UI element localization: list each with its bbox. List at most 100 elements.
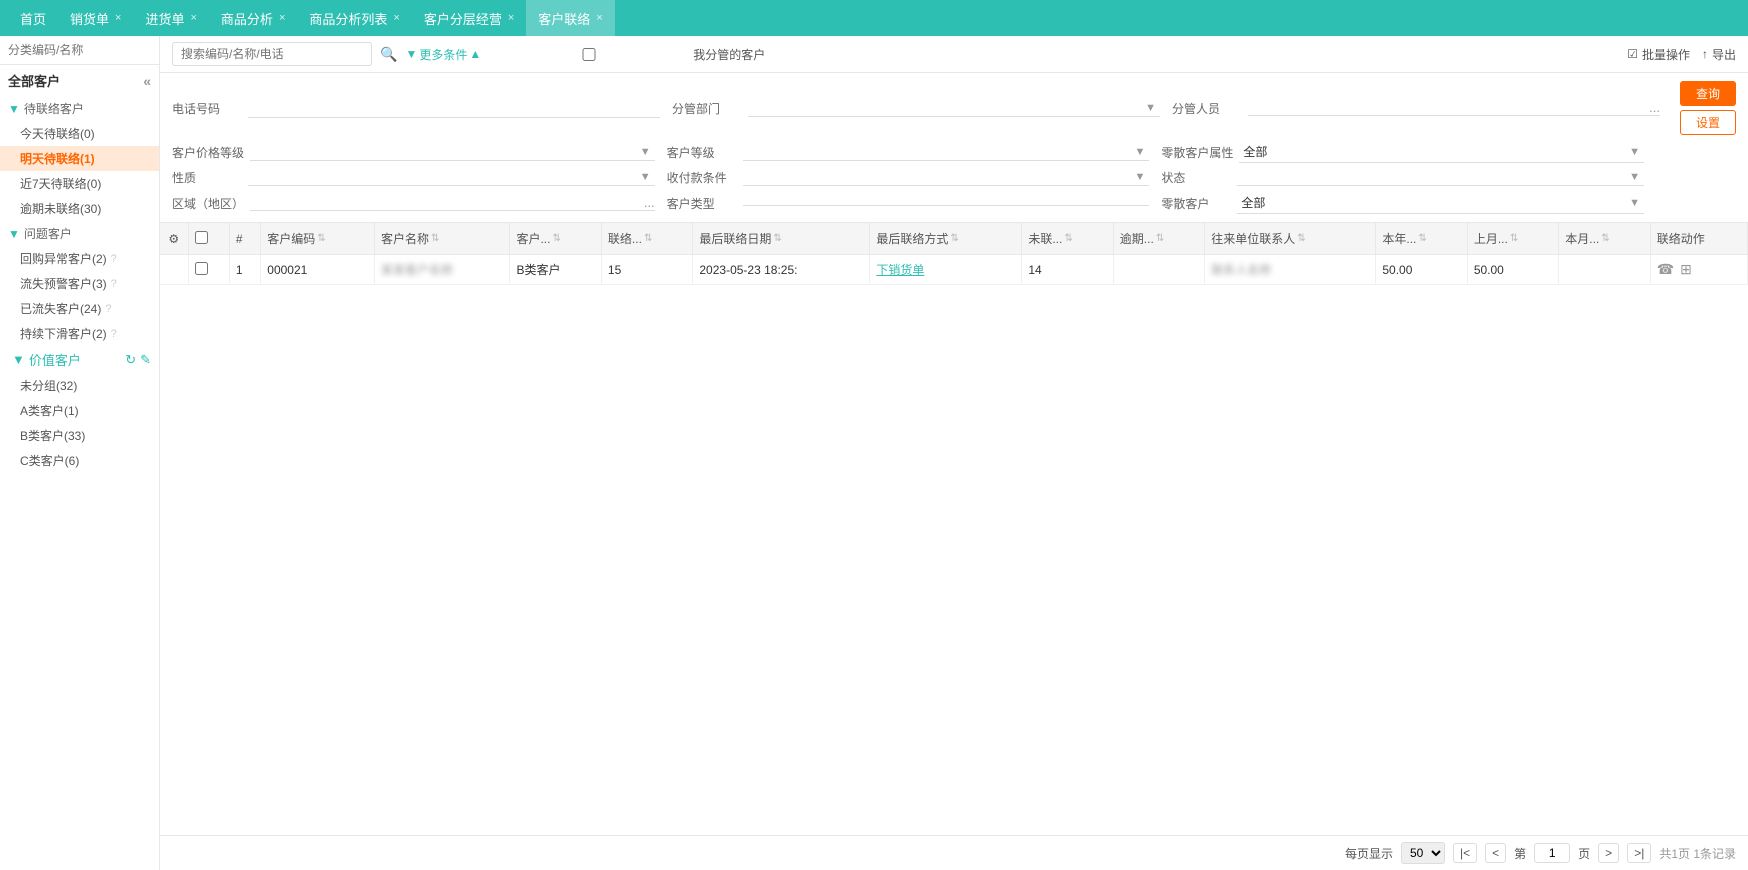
col-unit-contact[interactable]: 往来单位联系人 ⇅ — [1205, 223, 1376, 255]
batch-operation-button[interactable]: ☑ 批量操作 — [1627, 46, 1690, 63]
more-filters-button[interactable]: ▼ 更多条件 ▲ — [405, 46, 481, 63]
help-icon-churned[interactable]: ? — [105, 303, 111, 315]
retail-attr-select[interactable]: 全部 ▼ — [1239, 141, 1644, 163]
sidebar-pending-contact-group[interactable]: ▼ 待联络客户 — [0, 96, 159, 121]
nature-arrow-icon: ▼ — [640, 171, 651, 183]
col-checkbox[interactable] — [188, 223, 229, 255]
search-input[interactable] — [172, 42, 372, 66]
row-checkbox-cell[interactable] — [188, 255, 229, 285]
sidebar-item-class-b[interactable]: B类客户(33) — [0, 423, 159, 448]
close-sales-order-icon[interactable]: × — [115, 12, 121, 24]
select-all-checkbox[interactable] — [195, 231, 208, 244]
row-action-cell: ☎ ⊞ — [1650, 255, 1747, 285]
customer-level-select[interactable]: ▼ — [743, 144, 1150, 161]
sidebar-item-overdue-contact[interactable]: 逾期未联络(30) — [0, 196, 159, 221]
col-last-month[interactable]: 上月... ⇅ — [1467, 223, 1558, 255]
close-product-analysis-list-icon[interactable]: × — [393, 12, 399, 24]
sidebar-item-ungrouped[interactable]: 未分组(32) — [0, 373, 159, 398]
nav-customer-contact[interactable]: 客户联络 × — [526, 0, 614, 36]
prev-page-button[interactable]: < — [1485, 843, 1506, 863]
filter-row-4: 区域（地区） ... 客户类型 零散客户 全部 ▼ — [172, 192, 1736, 214]
code-sort-icon: ⇅ — [317, 233, 325, 244]
help-icon-repurchase[interactable]: ? — [111, 253, 117, 265]
nav-product-analysis[interactable]: 商品分析 × — [209, 0, 297, 36]
col-uncontacted[interactable]: 未联... ⇅ — [1022, 223, 1113, 255]
value-customers-arrow-icon: ▼ — [12, 352, 25, 367]
export-button[interactable]: ↑ 导出 — [1702, 46, 1736, 63]
col-type[interactable]: 客户... ⇅ — [510, 223, 601, 255]
price-level-select[interactable]: ▼ — [250, 144, 655, 161]
first-page-button[interactable]: |< — [1453, 843, 1477, 863]
nav-sales-order[interactable]: 销货单 × — [58, 0, 133, 36]
nature-select[interactable]: ▼ — [248, 169, 655, 186]
sidebar-item-today-contact[interactable]: 今天待联络(0) — [0, 121, 159, 146]
row-contact-count-cell: 15 — [601, 255, 692, 285]
col-this-year[interactable]: 本年... ⇅ — [1376, 223, 1467, 255]
customer-level-label: 客户等级 — [667, 144, 737, 161]
manager-more-icon[interactable]: ... — [1649, 100, 1660, 115]
sidebar-item-class-a[interactable]: A类客户(1) — [0, 398, 159, 423]
sidebar-item-tomorrow-contact[interactable]: 明天待联络(1) — [0, 146, 159, 171]
col-this-month[interactable]: 本月... ⇅ — [1559, 223, 1650, 255]
payment-select[interactable]: ▼ — [743, 169, 1150, 186]
page-input[interactable] — [1534, 843, 1570, 863]
filter-settings-button[interactable]: 设置 — [1680, 110, 1736, 135]
last-page-button[interactable]: >| — [1627, 843, 1651, 863]
col-action: 联络动作 — [1650, 223, 1747, 255]
sidebar-value-customers-group[interactable]: ▼ 价值客户 ↻ ✎ — [0, 346, 159, 373]
row-last-contact-method-cell[interactable]: 下销货单 — [870, 255, 1022, 285]
pending-contact-arrow-icon: ▼ — [8, 102, 20, 116]
close-purchase-order-icon[interactable]: × — [190, 12, 196, 24]
region-more-icon[interactable]: ... — [644, 195, 655, 210]
action-grid-icon[interactable]: ⊞ — [1680, 261, 1692, 278]
sidebar-item-churned[interactable]: 已流失客户(24) ? — [0, 296, 159, 321]
col-settings[interactable]: ⚙ — [160, 223, 188, 255]
row-checkbox[interactable] — [195, 262, 208, 275]
col-last-contact-date[interactable]: 最后联络日期 ⇅ — [693, 223, 870, 255]
close-product-analysis-icon[interactable]: × — [279, 12, 285, 24]
sidebar-item-repurchase-abnormal[interactable]: 回购异常客户(2) ? — [0, 246, 159, 271]
customer-type-select[interactable] — [743, 201, 1150, 206]
phone-label: 电话号码 — [172, 100, 242, 117]
col-name[interactable]: 客户名称 ⇅ — [375, 223, 510, 255]
nav-purchase-order[interactable]: 进货单 × — [133, 0, 208, 36]
close-customer-stratification-icon[interactable]: × — [508, 12, 514, 24]
my-customers-filter[interactable]: 我分管的客户 — [489, 46, 765, 63]
per-page-select[interactable]: 50 — [1401, 842, 1445, 864]
sidebar-problem-customers-group[interactable]: ▼ 问题客户 — [0, 221, 159, 246]
row-code-cell: 000021 — [261, 255, 375, 285]
my-customers-checkbox[interactable] — [489, 48, 689, 61]
help-icon-churn-warning[interactable]: ? — [111, 278, 117, 290]
next-page-button[interactable]: > — [1598, 843, 1619, 863]
col-code[interactable]: 客户编码 ⇅ — [261, 223, 375, 255]
action-phone-icon[interactable]: ☎ — [1657, 261, 1674, 278]
nav-home[interactable]: 首页 — [8, 0, 58, 36]
col-overdue[interactable]: 逾期... ⇅ — [1113, 223, 1204, 255]
search-button[interactable]: 🔍 — [380, 46, 397, 63]
status-select[interactable]: ▼ — [1237, 169, 1644, 186]
sidebar-item-churn-warning[interactable]: 流失预警客户(3) ? — [0, 271, 159, 296]
col-last-contact-method[interactable]: 最后联络方式 ⇅ — [870, 223, 1022, 255]
sidebar-item-class-c[interactable]: C类客户(6) — [0, 448, 159, 473]
nav-customer-stratification[interactable]: 客户分层经营 × — [412, 0, 526, 36]
phone-input[interactable] — [248, 99, 660, 118]
last-contact-method-link[interactable]: 下销货单 — [876, 263, 924, 277]
value-customers-edit-icon[interactable]: ✎ — [140, 352, 151, 368]
nav-product-analysis-list[interactable]: 商品分析列表 × — [297, 0, 411, 36]
sidebar-search-input[interactable] — [8, 43, 160, 57]
retail-customer-select[interactable]: 全部 ▼ — [1237, 192, 1644, 214]
customer-table: ⚙ # 客户编码 ⇅ 客户名称 ⇅ — [160, 223, 1748, 285]
close-customer-contact-icon[interactable]: × — [596, 12, 602, 24]
sidebar-collapse-icon[interactable]: « — [143, 73, 151, 89]
col-contact-count[interactable]: 联络... ⇅ — [601, 223, 692, 255]
sidebar-item-declining[interactable]: 持续下滑客户(2) ? — [0, 321, 159, 346]
help-icon-declining[interactable]: ? — [111, 328, 117, 340]
dept-select[interactable]: ▼ — [748, 100, 1160, 117]
table-row: 1 000021 某某客户名称 B类客户 15 2023-05-23 18:25… — [160, 255, 1748, 285]
filter-customer-type: 客户类型 — [667, 195, 1150, 212]
query-button[interactable]: 查询 — [1680, 81, 1736, 106]
filter-retail-attr: 零散客户属性 全部 ▼ — [1161, 141, 1644, 163]
table-footer: 每页显示 50 |< < 第 页 > >| 共1页 1条记录 — [160, 835, 1748, 870]
value-customers-refresh-icon[interactable]: ↻ — [125, 352, 136, 368]
sidebar-item-7days-contact[interactable]: 近7天待联络(0) — [0, 171, 159, 196]
